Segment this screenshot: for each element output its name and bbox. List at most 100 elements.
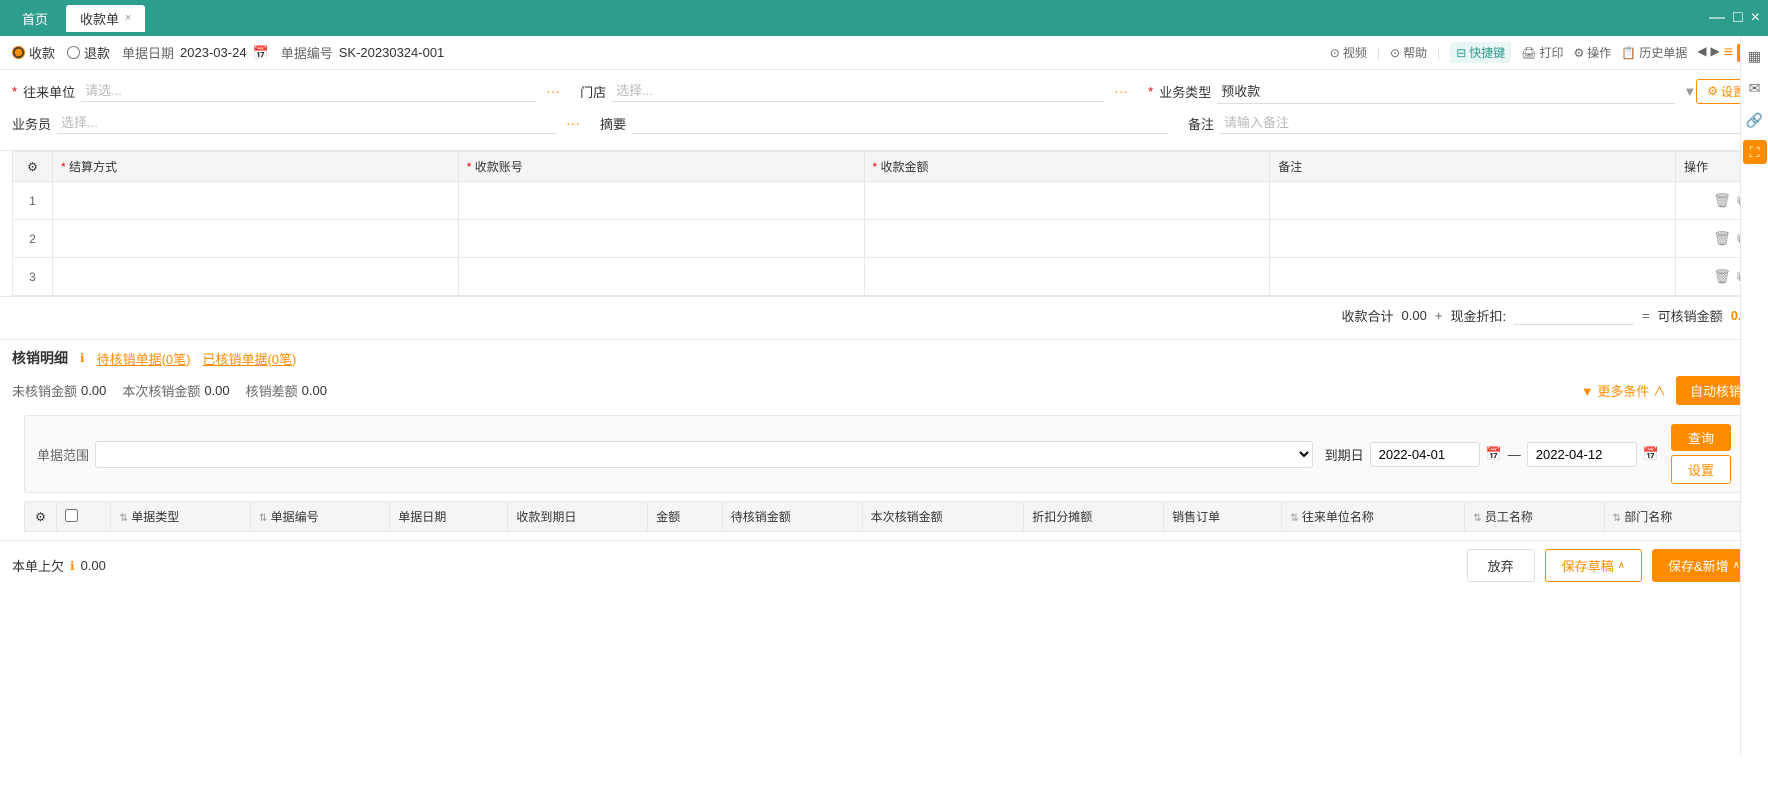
info-icon-bottom[interactable]: ℹ [70,559,75,573]
toolbar-operation[interactable]: ⚙ 操作 [1574,44,1612,61]
diff-value: 0.00 [302,383,327,398]
counterpart-more-icon[interactable]: ··· [546,83,560,99]
row-3-delete-btn[interactable]: 🗑 [1713,268,1731,285]
remark-label: 备注 [1188,114,1214,133]
discount-input[interactable] [1514,305,1634,325]
row-1-num: 1 [13,182,53,220]
row-3-amount-input[interactable] [865,258,1270,295]
vcol-discount: 折扣分摊额 [1024,502,1164,532]
col-settlement: * 结算方式 [53,152,459,182]
row-2-amount-input[interactable] [865,220,1270,257]
store-input[interactable] [612,80,1104,102]
vcol-date: 单据日期 [390,502,508,532]
filter-row: 单据范围 到期日 📅 — 📅 查询 设置 [24,415,1744,493]
current-value: 0.00 [204,383,229,398]
row-1-remark-input[interactable] [1270,182,1675,219]
sidebar-mail-btn[interactable]: ✉ [1743,76,1767,100]
toolbar-help[interactable]: ⊙ 帮助 [1390,44,1427,61]
toolbar-shortcut[interactable]: ⊟ 快捷键 [1450,42,1511,63]
tab-bar-left: 首页 收款单 × [8,5,145,32]
date-to-input[interactable] [1527,442,1637,467]
nav-prev-icon[interactable]: ◀ [1697,44,1706,62]
toolbar-history[interactable]: 📋 历史单据 [1621,44,1687,61]
verify-tab-done[interactable]: 已核销单据(0笔) [202,349,296,368]
row-2-remark-input[interactable] [1270,220,1675,257]
radio-refund[interactable]: 退款 [67,43,110,62]
tab-active[interactable]: 收款单 × [66,5,145,32]
discard-button[interactable]: 放弃 [1467,549,1535,582]
range-select[interactable] [95,441,1313,468]
business-type-label: 业务类型 [1159,82,1211,101]
divider1: | [1377,46,1380,60]
business-type-required-star: * [1148,84,1153,99]
bottom-left: 本单上欠 ℹ 0.00 [12,556,106,575]
unverified-label: 未核销金额 [12,381,77,400]
window-minimize-btn[interactable]: — [1709,9,1725,27]
row-1-remark [1270,182,1676,220]
window-maximize-btn[interactable]: □ [1733,9,1743,27]
row-1-account-input[interactable] [459,182,864,219]
row-1-settlement-input[interactable] [53,182,458,219]
vcol-due-date: 收款到期日 [508,502,648,532]
setup-btn[interactable]: 设置 [1671,455,1731,484]
table-row: 2 🗑 ⧉ [13,220,1756,258]
staff-more-icon[interactable]: ··· [566,115,580,131]
vcol-dept: ⇅ 部门名称 [1604,502,1743,532]
row-1-delete-btn[interactable]: 🗑 [1713,192,1731,209]
sidebar-link-icon: 🔗 [1746,112,1763,129]
toolbar-print[interactable]: 🖨 打印 [1521,44,1563,61]
date-from-input[interactable] [1370,442,1480,467]
sidebar-camera-btn[interactable]: ⛶ [1743,140,1767,164]
col-settings[interactable]: ⚙ [13,152,53,182]
col-remark: 备注 [1270,152,1676,182]
tab-close-icon[interactable]: × [125,12,131,24]
save-draft-button[interactable]: 保存草稿 ∧ [1545,549,1642,582]
tab-home[interactable]: 首页 [8,5,62,32]
verify-table-gear-icon: ⚙ [35,510,46,524]
verify-section: 核销明细 ℹ 待核销单据(0笔) 已核销单据(0笔) 未核销金额 0.00 本次… [0,339,1768,540]
radio-refund-input[interactable] [67,46,80,59]
business-type-dropdown-icon[interactable]: ▼ [1683,84,1696,99]
row-2-num: 2 [13,220,53,258]
calendar-icon[interactable]: 📅 [253,45,269,61]
row-3-remark-input[interactable] [1270,258,1675,295]
row-2-settlement-input[interactable] [53,220,458,257]
calendar-from-icon[interactable]: 📅 [1486,446,1502,462]
row-2-account-input[interactable] [459,220,864,257]
summary-input[interactable] [632,112,1168,134]
store-more-icon[interactable]: ··· [1114,83,1128,99]
toolbar-video[interactable]: ⊙ 视频 [1330,44,1367,61]
vcol-gear[interactable]: ⚙ [25,502,57,532]
payment-table-section: ⚙ * 结算方式 * 收款账号 * 收款金额 备注 操作 [0,151,1768,296]
row-1-amount [864,182,1270,220]
divider2: | [1437,46,1440,60]
nav-list-icon[interactable]: ≡ [1724,44,1733,62]
save-draft-chevron-icon: ∧ [1618,560,1625,571]
verify-info-icon[interactable]: ℹ [80,351,85,365]
sort-icon-staff: ⇅ [1473,513,1481,524]
sidebar-mail-icon: ✉ [1749,80,1761,97]
radio-collection[interactable]: 收款 [12,43,55,62]
remark-input[interactable] [1220,112,1756,134]
verify-stats: 未核销金额 0.00 本次核销金额 0.00 核销差额 0.00 ▼ 更多条件 … [12,376,1756,405]
window-close-btn[interactable]: × [1751,9,1760,27]
counterpart-input[interactable] [81,80,536,102]
radio-collection-input[interactable] [12,46,25,59]
row-3-settlement-input[interactable] [53,258,458,295]
col-account: * 收款账号 [458,152,864,182]
verify-tab-pending[interactable]: 待核销单据(0笔) [97,349,191,368]
calendar-to-icon[interactable]: 📅 [1643,446,1659,462]
row-3-account-input[interactable] [459,258,864,295]
staff-input[interactable] [57,112,556,134]
sidebar-table-btn[interactable]: ▦ [1743,44,1767,68]
row-1-amount-input[interactable] [865,182,1270,219]
col-amount: * 收款金额 [864,152,1270,182]
sidebar-link-btn[interactable]: 🔗 [1743,108,1767,132]
select-all-checkbox[interactable] [65,509,78,522]
row-2-delete-btn[interactable]: 🗑 [1713,230,1731,247]
vcol-checkbox[interactable] [57,502,111,532]
query-btn[interactable]: 查询 [1671,424,1731,451]
store-label: 门店 [580,82,606,101]
more-conditions-btn[interactable]: ▼ 更多条件 ∧ [1581,381,1666,400]
nav-next-icon[interactable]: ▶ [1711,44,1720,62]
